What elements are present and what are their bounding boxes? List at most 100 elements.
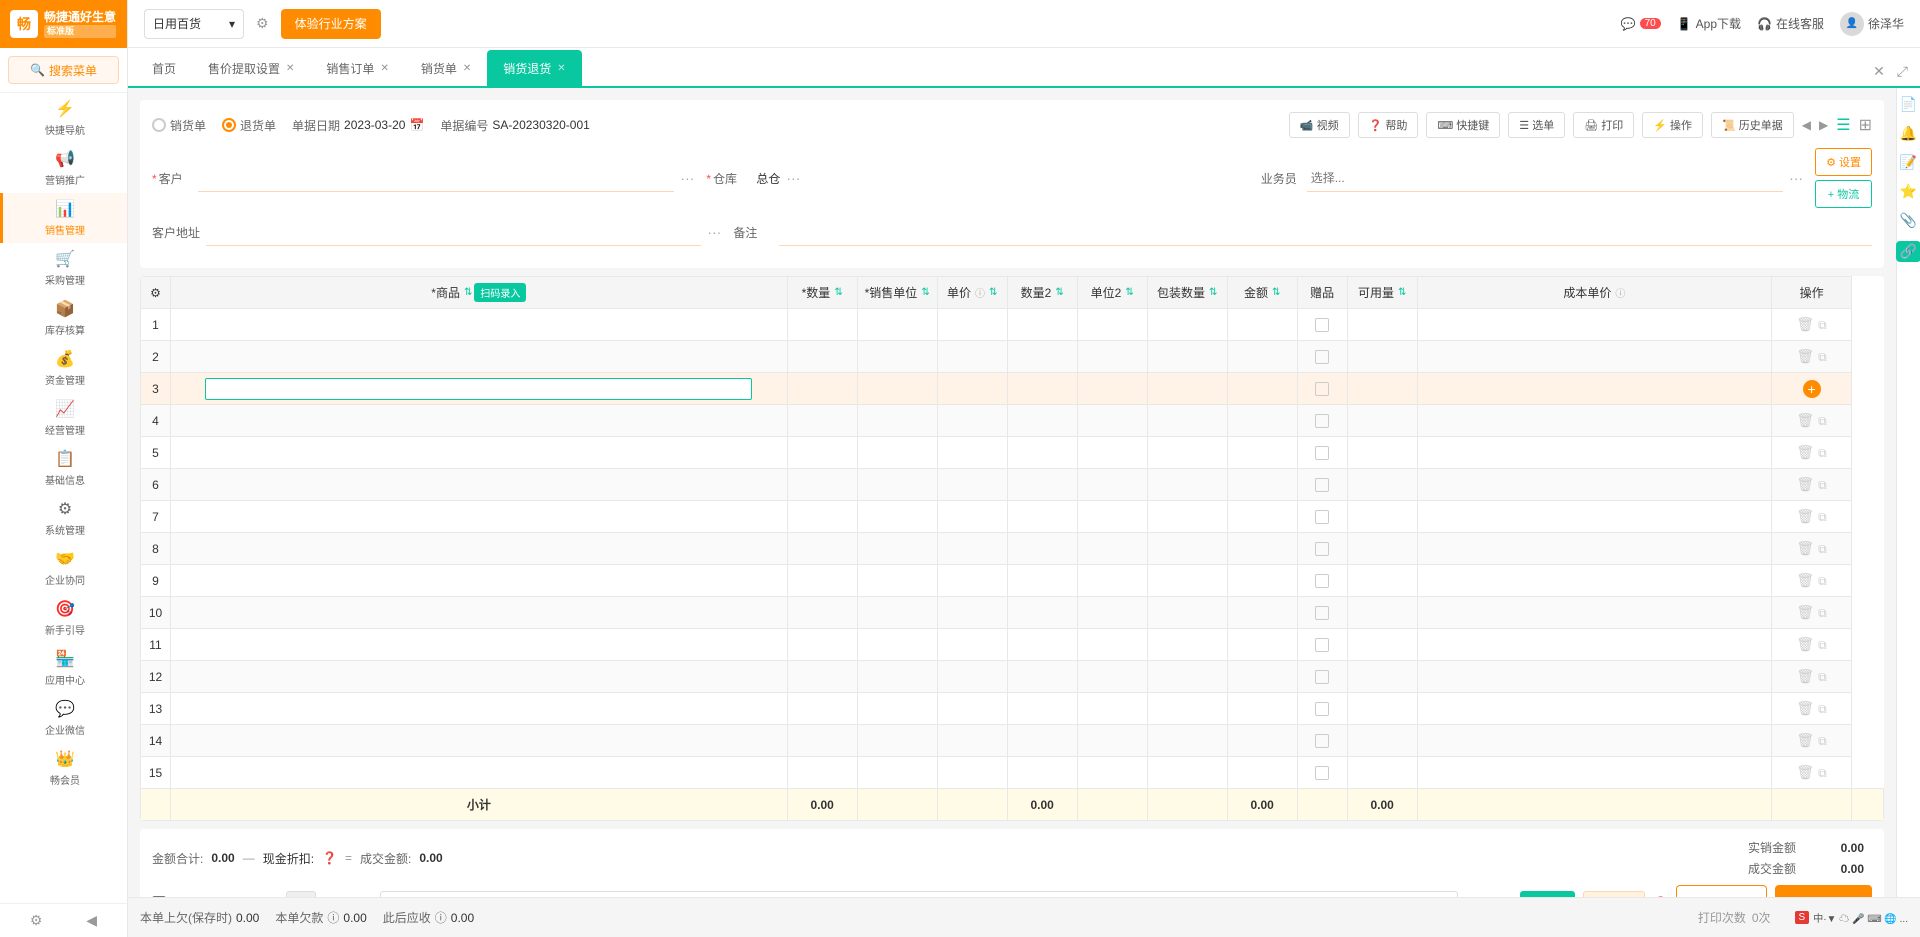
cell-gift[interactable] xyxy=(1297,309,1347,341)
delete-row-button[interactable]: 🗑 xyxy=(1796,668,1814,684)
cell-available[interactable] xyxy=(1347,597,1417,629)
sort-product-icon[interactable]: ⇅ xyxy=(464,287,472,298)
gift-checkbox[interactable] xyxy=(1315,734,1329,748)
cell-price[interactable] xyxy=(937,757,1007,789)
delete-row-button[interactable]: 🗑 xyxy=(1796,572,1814,588)
cell-unit[interactable] xyxy=(857,725,937,757)
copy-row-button[interactable]: ⧉ xyxy=(1818,670,1827,684)
cell-unit2[interactable] xyxy=(1077,309,1147,341)
delete-row-button[interactable]: 🗑 xyxy=(1796,540,1814,556)
cell-qty[interactable] xyxy=(787,309,857,341)
delete-row-button[interactable]: 🗑 xyxy=(1796,764,1814,780)
sort-avail-icon[interactable]: ⇅ xyxy=(1398,287,1406,298)
cell-price[interactable] xyxy=(937,725,1007,757)
cell-qty[interactable] xyxy=(787,725,857,757)
cell-qty[interactable] xyxy=(787,597,857,629)
cell-unit[interactable] xyxy=(857,501,937,533)
delete-row-button[interactable]: 🗑 xyxy=(1796,412,1814,428)
cell-qty2[interactable] xyxy=(1007,757,1077,789)
cell-unit[interactable] xyxy=(857,565,937,597)
settings-button[interactable]: ⚙ 设置 xyxy=(1815,148,1872,176)
cell-qty[interactable] xyxy=(787,661,857,693)
tab-sales-order[interactable]: 销售订单 ✕ xyxy=(310,50,404,86)
cell-unit[interactable] xyxy=(857,373,937,405)
cell-pkg-qty[interactable] xyxy=(1147,629,1227,661)
warehouse-dots-icon[interactable]: ··· xyxy=(786,170,800,186)
save-new-button[interactable]: 保存&新增 ▾ xyxy=(1775,885,1872,897)
copy-row-button[interactable]: ⧉ xyxy=(1818,350,1827,364)
cell-unit[interactable] xyxy=(857,309,937,341)
cell-unit2[interactable] xyxy=(1077,757,1147,789)
copy-row-button[interactable]: ⧉ xyxy=(1818,478,1827,492)
cell-qty2[interactable] xyxy=(1007,501,1077,533)
cell-amount[interactable] xyxy=(1227,693,1297,725)
cell-available[interactable] xyxy=(1347,629,1417,661)
cell-gift[interactable] xyxy=(1297,373,1347,405)
tab-close-sales-invoice[interactable]: ✕ xyxy=(463,63,471,74)
cell-price[interactable] xyxy=(937,629,1007,661)
tab-close-sales-return[interactable]: ✕ xyxy=(557,63,565,74)
panel-bell-icon[interactable]: 🔔 xyxy=(1900,125,1917,142)
copy-row-button[interactable]: ⧉ xyxy=(1818,606,1827,620)
print-btn[interactable]: 🖨 打印 xyxy=(1573,112,1634,138)
cell-unit2[interactable] xyxy=(1077,373,1147,405)
add-logistics-button[interactable]: + 物流 xyxy=(1815,180,1872,208)
cell-unit[interactable] xyxy=(857,629,937,661)
cell-available[interactable] xyxy=(1347,373,1417,405)
cell-qty2[interactable] xyxy=(1007,565,1077,597)
cell-qty2[interactable] xyxy=(1007,533,1077,565)
cell-amount[interactable] xyxy=(1227,661,1297,693)
cell-qty2[interactable] xyxy=(1007,597,1077,629)
cell-amount[interactable] xyxy=(1227,469,1297,501)
prev-record-icon[interactable]: ◀ xyxy=(1802,118,1811,132)
gift-checkbox[interactable] xyxy=(1315,702,1329,716)
cell-unit2[interactable] xyxy=(1077,661,1147,693)
sort-unit2-icon[interactable]: ⇅ xyxy=(1125,287,1133,298)
cell-gift[interactable] xyxy=(1297,597,1347,629)
gift-checkbox[interactable] xyxy=(1315,510,1329,524)
cell-product[interactable] xyxy=(171,501,788,533)
cell-unit[interactable] xyxy=(857,597,937,629)
gift-checkbox[interactable] xyxy=(1315,350,1329,364)
cell-available[interactable] xyxy=(1347,437,1417,469)
cell-gift[interactable] xyxy=(1297,437,1347,469)
copy-row-button[interactable]: ⧉ xyxy=(1818,574,1827,588)
help-btn[interactable]: ❓ 帮助 xyxy=(1358,112,1419,138)
settings-gear-icon[interactable]: ⚙ xyxy=(30,912,43,929)
cell-available[interactable] xyxy=(1347,501,1417,533)
cell-qty[interactable] xyxy=(787,757,857,789)
customer-input[interactable] xyxy=(198,164,674,192)
cell-unit[interactable] xyxy=(857,341,937,373)
cell-price[interactable] xyxy=(937,309,1007,341)
panel-star-icon[interactable]: ⭐ xyxy=(1900,183,1917,200)
single-debt-info-icon[interactable]: ⓘ xyxy=(327,909,339,926)
cell-amount[interactable] xyxy=(1227,341,1297,373)
cell-unit[interactable] xyxy=(857,661,937,693)
cell-gift[interactable] xyxy=(1297,501,1347,533)
tab-sales-return[interactable]: 销货退货 ✕ xyxy=(487,50,581,86)
cell-gift[interactable] xyxy=(1297,565,1347,597)
cell-unit2[interactable] xyxy=(1077,629,1147,661)
cell-available[interactable] xyxy=(1347,661,1417,693)
sidebar-item-operation[interactable]: 📈 经营管理 xyxy=(0,393,127,443)
cell-pkg-qty[interactable] xyxy=(1147,597,1227,629)
staff-dots-icon[interactable]: ··· xyxy=(1789,170,1803,186)
note-input[interactable] xyxy=(779,218,1872,246)
cell-product[interactable] xyxy=(171,373,788,405)
cell-qty[interactable] xyxy=(787,437,857,469)
close-all-tabs-icon[interactable]: ✕ xyxy=(1869,61,1889,82)
history-btn[interactable]: 📜 历史单据 xyxy=(1711,112,1794,138)
online-service-item[interactable]: 🎧 在线客服 xyxy=(1757,15,1824,32)
cell-product[interactable] xyxy=(171,661,788,693)
cell-qty[interactable] xyxy=(787,629,857,661)
copy-row-button[interactable]: ⧉ xyxy=(1818,414,1827,428)
maximize-icon[interactable]: ⤢ xyxy=(1893,61,1912,82)
gift-checkbox[interactable] xyxy=(1315,446,1329,460)
cell-price[interactable] xyxy=(937,405,1007,437)
shortcut-key-btn[interactable]: ⌨ 快捷键 xyxy=(1426,112,1500,138)
category-select[interactable]: 日用百货 ▾ xyxy=(144,9,244,39)
sidebar-item-member[interactable]: 👑 畅会员 xyxy=(0,743,127,793)
cell-unit2[interactable] xyxy=(1077,341,1147,373)
gift-checkbox[interactable] xyxy=(1315,542,1329,556)
delete-row-button[interactable]: 🗑 xyxy=(1796,604,1814,620)
